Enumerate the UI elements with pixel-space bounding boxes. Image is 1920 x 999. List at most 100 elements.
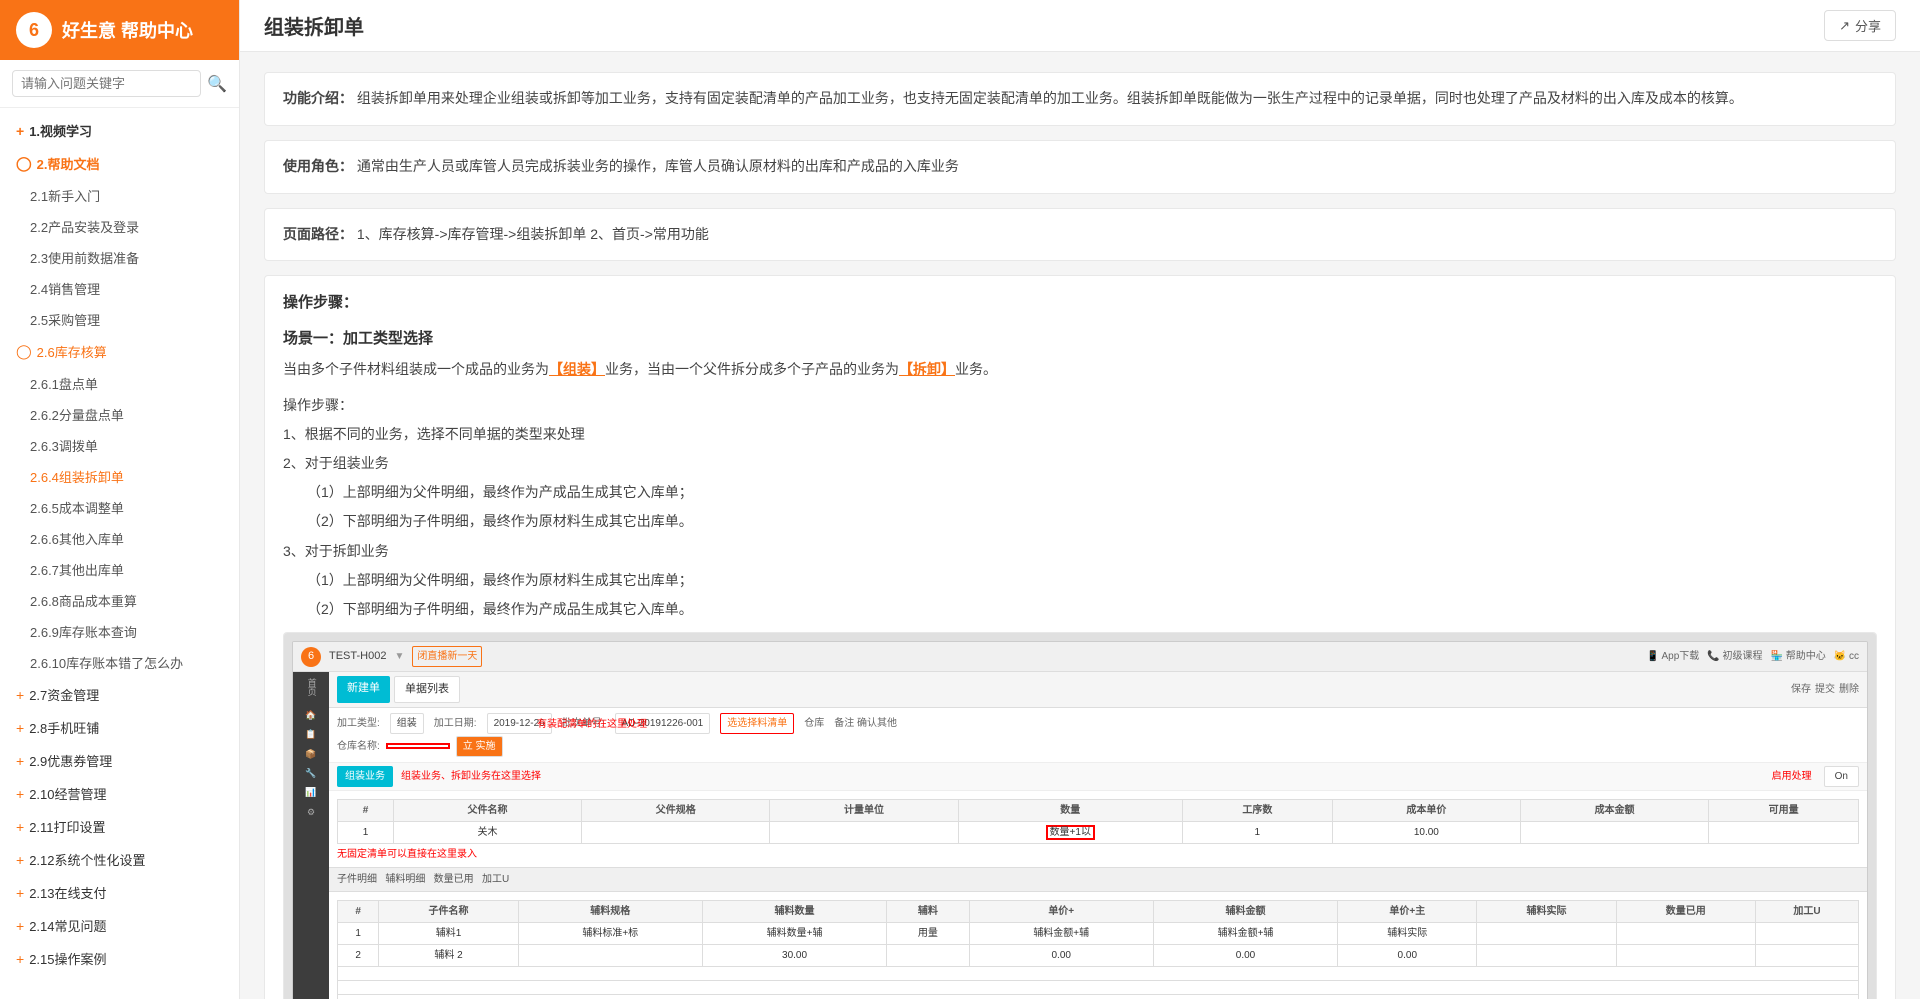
sidebar-item-stocktake[interactable]: 2.6.1盘点单 (0, 368, 239, 399)
mock-nav-icon4[interactable]: 📦 (305, 747, 316, 762)
mock-th-3: 父件规格 (582, 799, 770, 821)
expand-icon-coupon: + (16, 753, 24, 769)
func-intro-text: 组装拆卸单用来处理企业组装或拆卸等加工业务，支持有固定装配清单的产品加工业务，也… (357, 90, 1743, 106)
expand-icon-cases: + (16, 951, 24, 967)
sidebar-item-stockfix[interactable]: 2.6.10库存账本错了怎么办 (0, 647, 239, 678)
cell: 辅料1 (379, 922, 518, 944)
sidebar-item-outbound[interactable]: 2.6.7其他出库单 (0, 554, 239, 585)
mock-nav-icon7[interactable]: ⚙ (307, 805, 315, 820)
mock-actions: 保存提交删除 (1791, 676, 1859, 703)
sidebar-item-docs[interactable]: ◯ 2.帮助文档 (0, 147, 239, 180)
cell: 辅料金额+辅 (1153, 922, 1337, 944)
mock-th-l11: 加工U (1755, 900, 1858, 922)
sidebar-item-purchase[interactable]: 2.5采购管理 (0, 304, 239, 335)
cell (887, 944, 969, 966)
sidebar-item-print[interactable]: + 2.11打印设置 (0, 810, 239, 843)
mock-warehouse-label: 仓库名称: (337, 738, 380, 755)
table-row (338, 966, 1859, 980)
content-area: 功能介绍： 组装拆卸单用来处理企业组装或拆卸等加工业务，支持有固定装配清单的产品… (240, 52, 1920, 999)
mock-th-4: 计量单位 (770, 799, 958, 821)
mock-upper-table: # 父件名称 父件规格 计量单位 数量 工序数 成本单价 成本金 (337, 799, 1859, 844)
sidebar-item-mobile[interactable]: + 2.8手机旺铺 (0, 711, 239, 744)
logo-icon: 6 (16, 12, 52, 48)
path-text: 1、库存核算->库存管理->组装拆卸单 2、首页->常用功能 (357, 226, 709, 242)
link-assembly[interactable]: 【组装】 (549, 361, 605, 377)
mock-dropdown-icon: ▼ (394, 648, 404, 665)
mock-select-bom-btn[interactable]: 选选择料清单 (720, 713, 794, 734)
scenario-one-title: 场景一：加工类型选择 (283, 326, 1877, 352)
mock-tab-new[interactable]: 新建单 (337, 676, 390, 703)
sidebar-item-label: 2.12系统个性化设置 (29, 850, 145, 869)
screenshot-container: 6 TEST-H002 ▼ 闭直播新一天 📱 App下载 📞 初级课程 🏪 帮助… (283, 632, 1877, 999)
sidebar-item-finance[interactable]: + 2.7资金管理 (0, 678, 239, 711)
sidebar-item-settings[interactable]: + 2.12系统个性化设置 (0, 843, 239, 876)
sidebar-item-inventory[interactable]: ◯ 2.6库存核算 (0, 335, 239, 368)
sidebar-item-sales[interactable]: 2.4销售管理 (0, 273, 239, 304)
cell: 辅料金额+辅 (969, 922, 1153, 944)
sidebar-item-coupon[interactable]: + 2.9优惠券管理 (0, 744, 239, 777)
mock-section-tab[interactable]: 组装业务 (337, 766, 393, 787)
mock-nav-icon5[interactable]: 🔧 (305, 766, 316, 781)
mock-th-l2: 子件名称 (379, 900, 518, 922)
sidebar-item-assembly[interactable]: 2.6.4组装拆卸单 (0, 461, 239, 492)
sidebar-item-faq[interactable]: + 2.14常见问题 (0, 909, 239, 942)
sidebar-item-label: 2.10经营管理 (29, 784, 106, 803)
table-row: 1 辅料1 辅料标准+标 辅料数量+辅 用量 辅料金额+辅 辅料金额+辅 (338, 922, 1859, 944)
sidebar-item-newcomer[interactable]: 2.1新手入门 (0, 180, 239, 211)
cell: 2 (338, 944, 379, 966)
mock-warehouse-input[interactable] (386, 743, 450, 749)
sidebar-item-costadjust[interactable]: 2.6.5成本调整单 (0, 492, 239, 523)
cell (582, 821, 770, 843)
sidebar-item-inbound[interactable]: 2.6.6其他入库单 (0, 523, 239, 554)
mock-date-label: 加工日期: (434, 715, 477, 732)
sidebar-item-label: 2.帮助文档 (37, 154, 100, 173)
mock-icon1: 📱 App下载 (1647, 648, 1699, 665)
sidebar-item-partstock[interactable]: 2.6.2分量盘点单 (0, 399, 239, 430)
table-row: 2 辅料 2 30.00 0.00 0.00 0.00 (338, 944, 1859, 966)
sidebar-item-video[interactable]: + 1.视频学习 (0, 114, 239, 147)
mock-icon2: 📞 初级课程 (1707, 648, 1762, 665)
search-input[interactable] (12, 70, 201, 97)
sidebar-item-transfer[interactable]: 2.6.3调拨单 (0, 430, 239, 461)
mock-th-l9: 辅料实际 (1477, 900, 1616, 922)
mock-main-content: 新建单 单据列表 保存提交删除 加工类型: (329, 672, 1867, 999)
mock-upper-table-container: # 父件名称 父件规格 计量单位 数量 工序数 成本单价 成本金 (329, 791, 1867, 867)
mock-type-value[interactable]: 组装 (390, 713, 424, 734)
cell: 数量+1以 (958, 821, 1182, 843)
ops-box: 操作步骤： 场景一：加工类型选择 当由多个子件材料组装成一个成品的业务为【组装】… (264, 275, 1896, 999)
sidebar-item-install[interactable]: 2.2产品安装及登录 (0, 211, 239, 242)
link-disassembly[interactable]: 【拆卸】 (899, 361, 955, 377)
share-button[interactable]: ↗ 分享 (1824, 10, 1896, 41)
mock-logo: 6 (301, 647, 321, 667)
mock-lower-table-container: # 子件名称 辅料规格 辅料数量 辅料 单价+ 辅料金额 单价+ (329, 892, 1867, 999)
mock-new-btn: 闭直播新一天 (412, 646, 482, 667)
sidebar-item-cases[interactable]: + 2.15操作案例 (0, 942, 239, 975)
cell: 辅料 2 (379, 944, 518, 966)
mock-title: TEST-H002 (329, 647, 386, 666)
sidebar-item-payment[interactable]: + 2.13在线支付 (0, 876, 239, 909)
sidebar-item-dataprep[interactable]: 2.3使用前数据准备 (0, 242, 239, 273)
cell: 1 (338, 922, 379, 944)
expand-icon-ops: + (16, 786, 24, 802)
cell: 关木 (393, 821, 581, 843)
annotation-text-1: 有装配清单的在这里处理 (537, 716, 647, 733)
sidebar-item-ops[interactable]: + 2.10经营管理 (0, 777, 239, 810)
main-area: 组装拆卸单 ↗ 分享 功能介绍： 组装拆卸单用来处理企业组装或拆卸等加工业务，支… (240, 0, 1920, 999)
mock-nav-icon3[interactable]: 📋 (305, 727, 316, 742)
cell: 辅料实际 (1338, 922, 1477, 944)
sidebar-item-stockledger[interactable]: 2.6.9库存账本查询 (0, 616, 239, 647)
mock-th-8: 成本金额 (1520, 799, 1708, 821)
step2-2-text: （2）下部明细为子件明细，最终作为原材料生成其它出库单。 (283, 509, 1877, 534)
mock-enable-btn[interactable]: On (1824, 766, 1859, 787)
expand-icon-finance: + (16, 687, 24, 703)
mock-nav-icon2[interactable]: 🏠 (305, 708, 316, 723)
mock-th-l8: 单价+主 (1338, 900, 1477, 922)
sidebar-item-costrecalc[interactable]: 2.6.8商品成本重算 (0, 585, 239, 616)
mock-nav-icon6[interactable]: 📊 (305, 785, 316, 800)
search-icon[interactable]: 🔍 (207, 74, 227, 94)
mock-th-6: 工序数 (1182, 799, 1332, 821)
sidebar-item-label: 1.视频学习 (29, 121, 92, 140)
mock-tab-list[interactable]: 单据列表 (394, 676, 460, 703)
mock-confirm-btn[interactable]: 立 实施 (456, 736, 503, 757)
mock-nav-icon1[interactable]: 首页 (303, 678, 318, 696)
